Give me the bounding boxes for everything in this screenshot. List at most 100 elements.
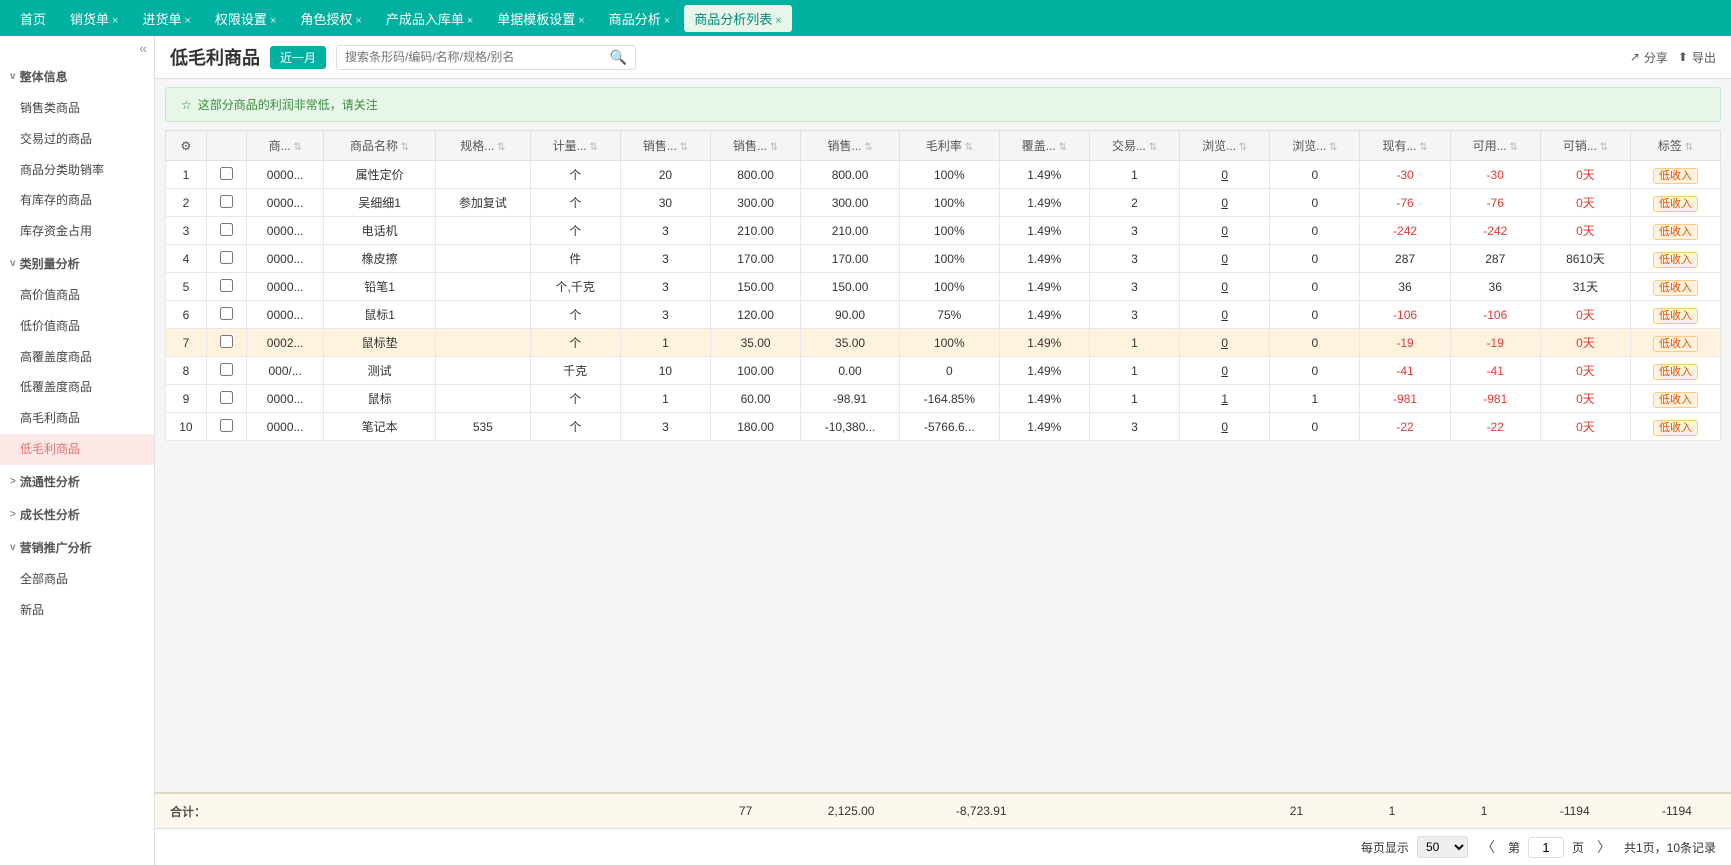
export-button[interactable]: ⬆ 导出 [1678, 49, 1716, 66]
sidebar-item-0-4[interactable]: 库存资金占用 [0, 216, 154, 247]
row-checkbox[interactable] [206, 217, 246, 245]
page-input[interactable] [1528, 837, 1564, 858]
row-checkbox[interactable] [206, 245, 246, 273]
col-header-tag[interactable]: 标签 ⇅ [1631, 131, 1721, 161]
col-header-coverage[interactable]: 覆盖... ⇅ [999, 131, 1089, 161]
nav-close-6[interactable]: × [578, 15, 584, 27]
sidebar-item-0-2[interactable]: 商品分类助销率 [0, 155, 154, 186]
nav-item-6[interactable]: 单据模板设置× [487, 5, 594, 32]
sidebar-item-1-5[interactable]: 低毛利商品 [0, 434, 154, 465]
col-header-views1[interactable]: 浏览... ⇅ [1180, 131, 1270, 161]
prev-page-btn[interactable]: 〈 [1476, 835, 1500, 859]
row-checkbox[interactable] [206, 357, 246, 385]
views1-link[interactable]: 0 [1221, 280, 1228, 294]
sort-icon-spec[interactable]: ⇅ [494, 142, 505, 153]
sort-icon-available[interactable]: ⇅ [1507, 142, 1518, 153]
row-checkbox[interactable] [206, 329, 246, 357]
sort-icon-sales_amount[interactable]: ⇅ [767, 142, 778, 153]
sort-icon-sales_qty[interactable]: ⇅ [677, 142, 688, 153]
views1-link[interactable]: 0 [1221, 364, 1228, 378]
nav-close-2[interactable]: × [184, 15, 190, 27]
nav-item-8[interactable]: 商品分析列表× [684, 5, 791, 32]
views1-link[interactable]: 0 [1221, 420, 1228, 434]
sidebar-item-0-1[interactable]: 交易过的商品 [0, 124, 154, 155]
sort-icon-views2[interactable]: ⇅ [1326, 142, 1337, 153]
col-header-available[interactable]: 可用... ⇅ [1450, 131, 1540, 161]
sort-icon-sales_profit[interactable]: ⇅ [861, 142, 872, 153]
nav-item-1[interactable]: 销货单× [60, 5, 128, 32]
sidebar-item-1-2[interactable]: 高覆盖度商品 [0, 342, 154, 373]
sidebar-item-1-3[interactable]: 低覆盖度商品 [0, 372, 154, 403]
per-page-select[interactable]: 50 100 200 [1417, 836, 1468, 858]
sort-icon-coverage[interactable]: ⇅ [1056, 142, 1067, 153]
share-button[interactable]: ↗ 分享 [1630, 49, 1668, 66]
col-header-code[interactable]: 商... ⇅ [247, 131, 324, 161]
col-header-sales_qty[interactable]: 销售... ⇅ [620, 131, 710, 161]
table-wrapper[interactable]: ⚙商... ⇅商品名称 ⇅规格... ⇅计量... ⇅销售... ⇅销售... … [155, 122, 1731, 792]
row-available: -242 [1450, 217, 1540, 245]
date-filter-button[interactable]: 近一月 [270, 46, 326, 69]
col-header-stock[interactable]: 现有... ⇅ [1360, 131, 1450, 161]
row-checkbox[interactable] [206, 189, 246, 217]
nav-close-8[interactable]: × [775, 15, 781, 27]
nav-item-0[interactable]: 首页 [10, 5, 56, 32]
row-checkbox[interactable] [206, 413, 246, 441]
col-header-spec[interactable]: 规格... ⇅ [436, 131, 531, 161]
views1-link[interactable]: 1 [1221, 392, 1228, 406]
col-header-unit[interactable]: 计量... ⇅ [530, 131, 620, 161]
views1-link[interactable]: 0 [1221, 224, 1228, 238]
sort-icon-trade[interactable]: ⇅ [1146, 142, 1157, 153]
col-header-saleable[interactable]: 可销... ⇅ [1540, 131, 1630, 161]
nav-close-1[interactable]: × [112, 15, 118, 27]
nav-close-3[interactable]: × [270, 15, 276, 27]
nav-close-7[interactable]: × [664, 15, 670, 27]
col-header-name[interactable]: 商品名称 ⇅ [324, 131, 436, 161]
sidebar-section-3[interactable]: >成长性分析 [0, 498, 154, 531]
sort-icon-name[interactable]: ⇅ [398, 142, 409, 153]
views1-link[interactable]: 0 [1221, 196, 1228, 210]
sort-icon-unit[interactable]: ⇅ [587, 142, 598, 153]
sidebar-section-4[interactable]: v营销推广分析 [0, 531, 154, 564]
col-header-views2[interactable]: 浏览... ⇅ [1270, 131, 1360, 161]
sidebar-item-0-0[interactable]: 销售类商品 [0, 93, 154, 124]
views1-link[interactable]: 0 [1221, 308, 1228, 322]
search-icon[interactable]: 🔍 [610, 49, 627, 66]
col-header-settings[interactable]: ⚙ [166, 131, 207, 161]
nav-item-3[interactable]: 权限设置× [205, 5, 286, 32]
sidebar-section-2[interactable]: >流通性分析 [0, 465, 154, 498]
row-checkbox[interactable] [206, 273, 246, 301]
sort-icon-stock[interactable]: ⇅ [1416, 142, 1427, 153]
col-header-sales_amount[interactable]: 销售... ⇅ [711, 131, 801, 161]
col-header-margin[interactable]: 毛利率 ⇅ [899, 131, 999, 161]
sidebar-item-4-1[interactable]: 新品 [0, 595, 154, 626]
row-checkbox[interactable] [206, 301, 246, 329]
sort-icon-margin[interactable]: ⇅ [962, 142, 973, 153]
search-input[interactable] [345, 50, 605, 64]
nav-item-4[interactable]: 角色授权× [290, 5, 371, 32]
nav-close-4[interactable]: × [355, 15, 361, 27]
sidebar-section-0[interactable]: v整体信息 [0, 60, 154, 93]
sidebar-item-4-0[interactable]: 全部商品 [0, 564, 154, 595]
views1-link[interactable]: 0 [1221, 252, 1228, 266]
views1-link[interactable]: 0 [1221, 336, 1228, 350]
sidebar-item-1-1[interactable]: 低价值商品 [0, 311, 154, 342]
sort-icon-tag[interactable]: ⇅ [1682, 142, 1693, 153]
sidebar-item-1-4[interactable]: 高毛利商品 [0, 403, 154, 434]
nav-close-5[interactable]: × [467, 15, 473, 27]
row-checkbox[interactable] [206, 161, 246, 189]
nav-item-7[interactable]: 商品分析× [599, 5, 680, 32]
nav-item-2[interactable]: 进货单× [132, 5, 200, 32]
sort-icon-saleable[interactable]: ⇅ [1597, 142, 1608, 153]
sidebar-item-0-3[interactable]: 有库存的商品 [0, 185, 154, 216]
row-checkbox[interactable] [206, 385, 246, 413]
sort-icon-views1[interactable]: ⇅ [1236, 142, 1247, 153]
sidebar-item-1-0[interactable]: 高价值商品 [0, 280, 154, 311]
sort-icon-code[interactable]: ⇅ [291, 142, 302, 153]
next-page-btn[interactable]: 〉 [1592, 835, 1616, 859]
sidebar-collapse-btn[interactable]: « [136, 40, 150, 56]
sidebar-section-1[interactable]: v类别量分析 [0, 247, 154, 280]
views1-link[interactable]: 0 [1221, 168, 1228, 182]
col-header-sales_profit[interactable]: 销售... ⇅ [801, 131, 900, 161]
nav-item-5[interactable]: 产成品入库单× [376, 5, 483, 32]
col-header-trade[interactable]: 交易... ⇅ [1089, 131, 1179, 161]
